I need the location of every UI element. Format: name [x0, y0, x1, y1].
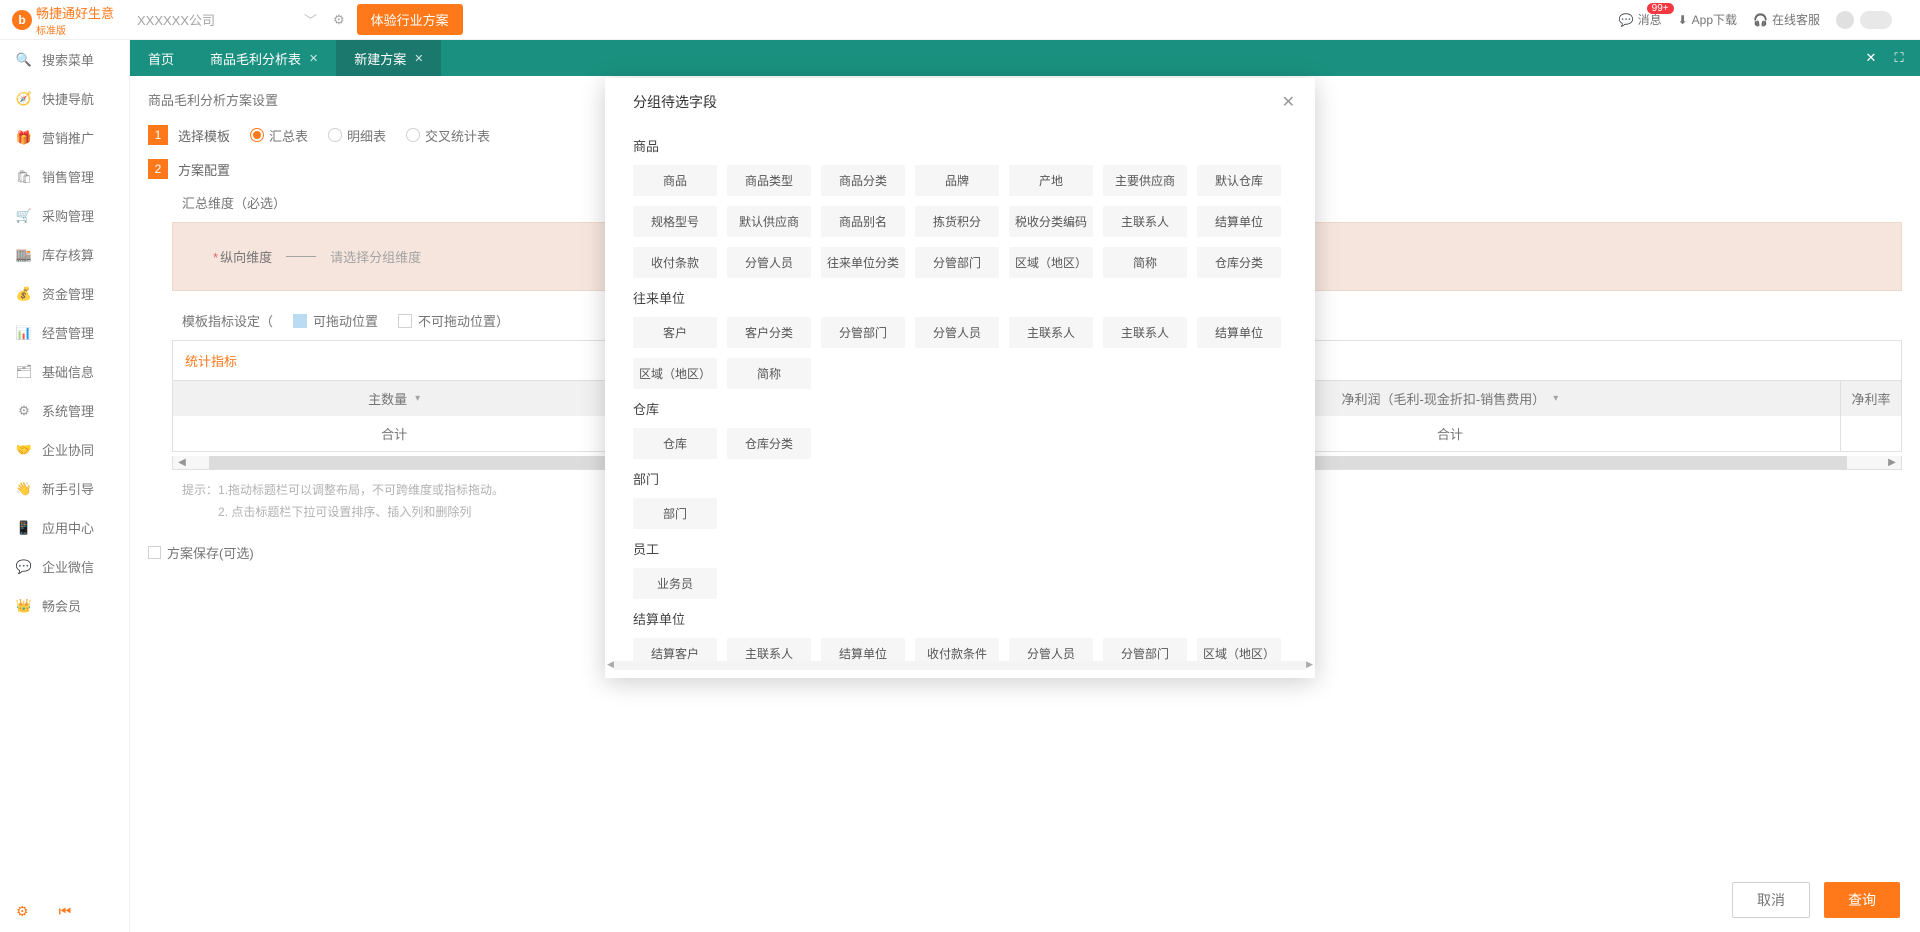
field-chip[interactable]: 客户 [633, 317, 717, 348]
field-chip[interactable]: 主要供应商 [1103, 165, 1187, 196]
field-chip[interactable]: 仓库分类 [727, 428, 811, 459]
group-title: 部门 [633, 469, 1297, 488]
field-chip[interactable]: 默认供应商 [727, 206, 811, 237]
modal-overlay: 分组待选字段 ✕ 商品商品商品类型商品分类品牌产地主要供应商默认仓库规格型号默认… [0, 0, 1920, 932]
field-chip[interactable]: 品牌 [915, 165, 999, 196]
field-chip[interactable]: 规格型号 [633, 206, 717, 237]
field-chip[interactable]: 分管部门 [1103, 638, 1187, 661]
field-chip[interactable]: 收付条款 [633, 247, 717, 278]
field-group: 员工业务员 [633, 539, 1297, 599]
field-group: 往来单位客户客户分类分管部门分管人员主联系人主联系人结算单位区域（地区）简称 [633, 288, 1297, 389]
modal-horizontal-scrollbar[interactable] [613, 661, 1307, 670]
field-chip[interactable]: 默认仓库 [1197, 165, 1281, 196]
field-chip[interactable]: 简称 [727, 358, 811, 389]
field-chip[interactable]: 客户分类 [727, 317, 811, 348]
field-chip[interactable]: 结算单位 [821, 638, 905, 661]
field-chip[interactable]: 区域（地区） [1197, 638, 1281, 661]
field-chip[interactable]: 商品分类 [821, 165, 905, 196]
field-chip[interactable]: 分管人员 [915, 317, 999, 348]
field-chip[interactable]: 分管部门 [915, 247, 999, 278]
group-title: 仓库 [633, 399, 1297, 418]
field-chip[interactable]: 主联系人 [1103, 206, 1187, 237]
field-chip[interactable]: 往来单位分类 [821, 247, 905, 278]
group-title: 商品 [633, 136, 1297, 155]
field-chip[interactable]: 主联系人 [1103, 317, 1187, 348]
field-chip[interactable]: 仓库 [633, 428, 717, 459]
modal-title: 分组待选字段 [633, 92, 717, 112]
field-group: 部门部门 [633, 469, 1297, 529]
field-group: 仓库仓库仓库分类 [633, 399, 1297, 459]
field-chip[interactable]: 业务员 [633, 568, 717, 599]
field-chip[interactable]: 仓库分类 [1197, 247, 1281, 278]
field-group: 结算单位结算客户主联系人结算单位收付款条件分管人员分管部门区域（地区）简称 [633, 609, 1297, 661]
modal-close-button[interactable]: ✕ [1282, 92, 1295, 112]
field-chip[interactable]: 产地 [1009, 165, 1093, 196]
field-group: 商品商品商品类型商品分类品牌产地主要供应商默认仓库规格型号默认供应商商品别名拣货… [633, 136, 1297, 278]
field-chip[interactable]: 商品 [633, 165, 717, 196]
field-chip[interactable]: 结算单位 [1197, 317, 1281, 348]
field-chip[interactable]: 商品类型 [727, 165, 811, 196]
group-title: 员工 [633, 539, 1297, 558]
field-chip[interactable]: 分管部门 [821, 317, 905, 348]
field-chip[interactable]: 拣货积分 [915, 206, 999, 237]
field-chip[interactable]: 简称 [1103, 247, 1187, 278]
field-chip[interactable]: 分管人员 [727, 247, 811, 278]
field-chip[interactable]: 主联系人 [1009, 317, 1093, 348]
field-chip[interactable]: 分管人员 [1009, 638, 1093, 661]
field-chip[interactable]: 收付款条件 [915, 638, 999, 661]
field-chip[interactable]: 部门 [633, 498, 717, 529]
field-chip[interactable]: 区域（地区） [633, 358, 717, 389]
field-chip[interactable]: 区域（地区） [1009, 247, 1093, 278]
group-title: 结算单位 [633, 609, 1297, 628]
field-chip[interactable]: 结算单位 [1197, 206, 1281, 237]
field-chip[interactable]: 结算客户 [633, 638, 717, 661]
field-select-modal: 分组待选字段 ✕ 商品商品商品类型商品分类品牌产地主要供应商默认仓库规格型号默认… [605, 78, 1315, 678]
field-chip[interactable]: 商品别名 [821, 206, 905, 237]
field-chip[interactable]: 主联系人 [727, 638, 811, 661]
group-title: 往来单位 [633, 288, 1297, 307]
field-chip[interactable]: 税收分类编码 [1009, 206, 1093, 237]
